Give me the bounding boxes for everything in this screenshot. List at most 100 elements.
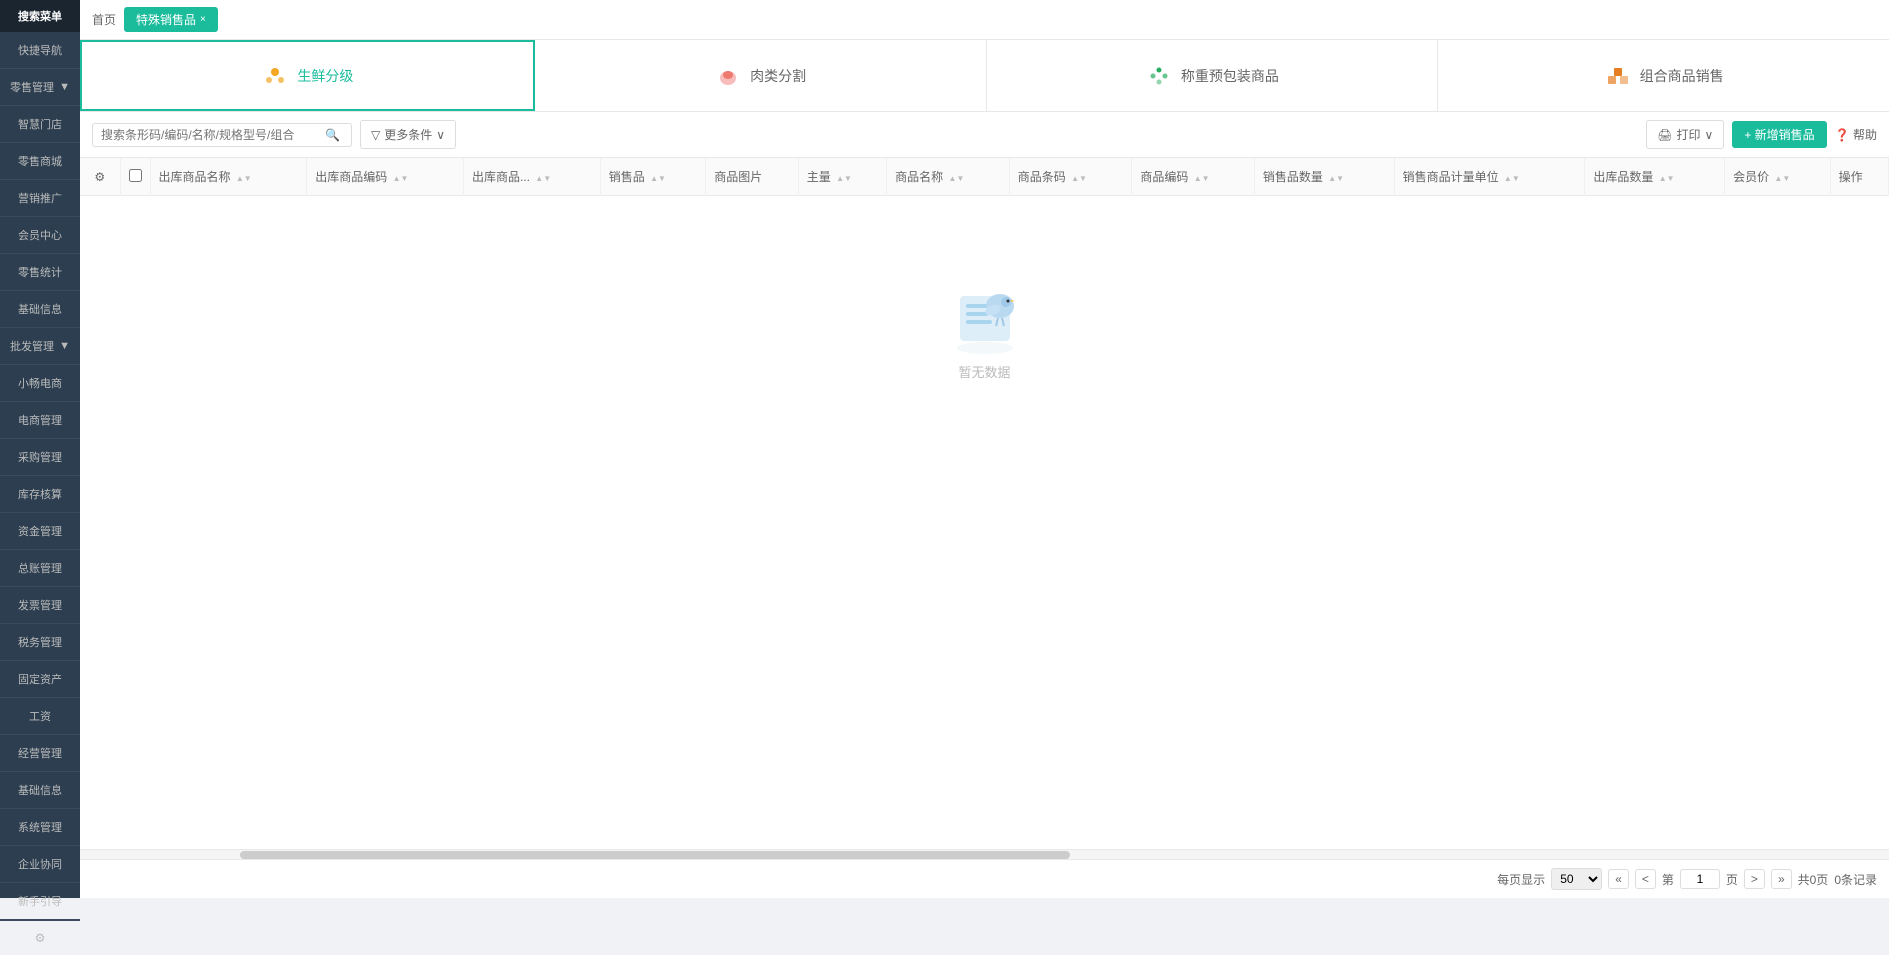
- sidebar-item-retail-mall[interactable]: 零售商城: [0, 143, 80, 180]
- sidebar-item-smart-store[interactable]: 智慧门店: [0, 106, 80, 143]
- fresh-grade-icon: [261, 62, 289, 90]
- sidebar-item-fixed-assets[interactable]: 固定资产: [0, 661, 80, 698]
- sidebar-item-system-mgmt[interactable]: 系统管理: [0, 809, 80, 846]
- sidebar-item-member-center[interactable]: 会员中心: [0, 217, 80, 254]
- column-settings[interactable]: ⚙: [80, 158, 120, 196]
- printer-icon: 🖨: [1657, 128, 1672, 142]
- total-pages: 共0页: [1798, 871, 1829, 888]
- help-button[interactable]: ❓ 帮助: [1835, 126, 1877, 143]
- sort-icon[interactable]: ▲▼: [1328, 174, 1344, 183]
- sort-icon[interactable]: ▲▼: [1194, 174, 1210, 183]
- sidebar-item-label: 会员中心: [18, 227, 62, 243]
- sidebar-item-ops-mgmt[interactable]: 经营管理: [0, 735, 80, 772]
- toolbar: 🔍 ▽ 更多条件 ∨ 🖨 打印 ∨ + 新增销售品 ❓ 帮助: [80, 112, 1889, 158]
- sidebar-item-basic-info2[interactable]: 基础信息: [0, 772, 80, 809]
- sort-icon[interactable]: ▲▼: [650, 174, 666, 183]
- print-button[interactable]: 🖨 打印 ∨: [1646, 120, 1724, 149]
- sort-icon[interactable]: ▲▼: [1071, 174, 1087, 183]
- sidebar-item-label: 库存核算: [18, 486, 62, 502]
- sidebar-item-capital-mgmt[interactable]: 资金管理: [0, 513, 80, 550]
- sidebar-item-label: 总账管理: [18, 560, 62, 576]
- sidebar-item-quick-nav[interactable]: 快捷导航: [0, 32, 80, 69]
- column-label: 商品条码: [1018, 170, 1066, 184]
- page-unit: 页: [1726, 871, 1738, 888]
- filter-button[interactable]: ▽ 更多条件 ∨: [360, 120, 456, 149]
- column-out-qty[interactable]: 出库品数量 ▲▼: [1585, 158, 1725, 196]
- sidebar-logo[interactable]: 搜索菜单: [0, 0, 80, 32]
- settings-icon[interactable]: ⚙: [0, 921, 80, 955]
- search-box[interactable]: 🔍: [92, 123, 352, 147]
- first-page-button[interactable]: «: [1608, 869, 1629, 889]
- per-page-select[interactable]: 50 10 20 100: [1551, 868, 1602, 890]
- sidebar-item-label: 小畅电商: [18, 375, 62, 391]
- sidebar-item-label: 智慧门店: [18, 116, 62, 132]
- horizontal-scrollbar[interactable]: [80, 849, 1889, 859]
- toolbar-right: 🖨 打印 ∨ + 新增销售品 ❓ 帮助: [1646, 120, 1877, 149]
- column-label: 商品图片: [714, 170, 762, 184]
- sidebar: 搜索菜单 快捷导航 零售管理 ▼ 智慧门店 零售商城 营销推广 会员中心 零售统…: [0, 0, 80, 898]
- column-sales-unit[interactable]: 销售商品计量单位 ▲▼: [1394, 158, 1585, 196]
- filter-label: 更多条件: [384, 126, 432, 143]
- home-link[interactable]: 首页: [92, 11, 116, 28]
- empty-text: 暂无数据: [958, 362, 1010, 381]
- column-product-image: 商品图片: [706, 158, 798, 196]
- sort-icon[interactable]: ▲▼: [393, 174, 409, 183]
- column-sales-qty[interactable]: 销售品数量 ▲▼: [1254, 158, 1394, 196]
- tab-combo-sales[interactable]: 组合商品销售: [1438, 40, 1889, 111]
- select-all-checkbox[interactable]: [129, 169, 142, 182]
- search-icon[interactable]: 🔍: [325, 128, 340, 142]
- sort-icon[interactable]: ▲▼: [535, 174, 551, 183]
- column-checkbox[interactable]: [120, 158, 150, 196]
- search-input[interactable]: [101, 128, 321, 142]
- tab-weigh-pack[interactable]: 称重预包装商品: [987, 40, 1439, 111]
- sidebar-item-wholesale-mgmt[interactable]: 批发管理 ▼: [0, 328, 80, 365]
- content-area: 生鲜分级 肉类分割 称重预包装商品: [80, 40, 1889, 898]
- chevron-down-icon: ▼: [59, 81, 70, 93]
- sidebar-item-company-agreement[interactable]: 企业协同: [0, 846, 80, 883]
- sidebar-item-beginner-guide[interactable]: 新手引导: [0, 883, 80, 920]
- sort-icon[interactable]: ▲▼: [236, 174, 252, 183]
- sidebar-item-marketing[interactable]: 营销推广: [0, 180, 80, 217]
- sort-icon[interactable]: ▲▼: [836, 174, 852, 183]
- column-label: 商品编码: [1140, 170, 1188, 184]
- sort-icon[interactable]: ▲▼: [1774, 174, 1790, 183]
- sidebar-item-mini-ecom[interactable]: 小畅电商: [0, 365, 80, 402]
- add-sales-product-button[interactable]: + 新增销售品: [1732, 121, 1826, 148]
- tab-meat-cut[interactable]: 肉类分割: [535, 40, 987, 111]
- empty-state: 暂无数据: [80, 196, 1889, 401]
- data-table: ⚙ 出库商品名称 ▲▼ 出库商品编码 ▲▼: [80, 158, 1889, 196]
- sidebar-item-retail-mgmt[interactable]: 零售管理 ▼: [0, 69, 80, 106]
- page-word: 第: [1662, 871, 1674, 888]
- sidebar-item-basic-info[interactable]: 基础信息: [0, 291, 80, 328]
- sidebar-item-invoice-mgmt[interactable]: 发票管理: [0, 587, 80, 624]
- sidebar-item-label: 企业协同: [18, 856, 62, 872]
- page-input[interactable]: [1680, 869, 1720, 889]
- column-product-code[interactable]: 商品编码 ▲▼: [1132, 158, 1255, 196]
- sort-icon[interactable]: ▲▼: [1504, 174, 1520, 183]
- tab-fresh-grade[interactable]: 生鲜分级: [80, 40, 535, 111]
- column-out-product-extra[interactable]: 出库商品... ▲▼: [463, 158, 600, 196]
- sidebar-item-salary[interactable]: 工资: [0, 698, 80, 735]
- active-tab[interactable]: 特殊销售品 ×: [124, 7, 218, 32]
- next-page-button[interactable]: >: [1744, 869, 1765, 889]
- sort-icon[interactable]: ▲▼: [1659, 174, 1675, 183]
- prev-page-button[interactable]: <: [1635, 869, 1656, 889]
- column-out-product-code[interactable]: 出库商品编码 ▲▼: [307, 158, 464, 196]
- column-out-product-name[interactable]: 出库商品名称 ▲▼: [150, 158, 307, 196]
- column-sales-product[interactable]: 销售品 ▲▼: [600, 158, 706, 196]
- column-main-weight[interactable]: 主量 ▲▼: [798, 158, 886, 196]
- column-product-barcode[interactable]: 商品条码 ▲▼: [1009, 158, 1132, 196]
- sidebar-item-general-ledger[interactable]: 总账管理: [0, 550, 80, 587]
- sidebar-item-retail-stats[interactable]: 零售统计: [0, 254, 80, 291]
- scrollbar-thumb[interactable]: [240, 851, 1070, 859]
- last-page-button[interactable]: »: [1771, 869, 1792, 889]
- column-product-name[interactable]: 商品名称 ▲▼: [887, 158, 1010, 196]
- sidebar-item-purchase-mgmt[interactable]: 采购管理: [0, 439, 80, 476]
- close-tab-button[interactable]: ×: [200, 14, 206, 25]
- sidebar-item-inventory[interactable]: 库存核算: [0, 476, 80, 513]
- column-member-price[interactable]: 会员价 ▲▼: [1725, 158, 1831, 196]
- topbar: 首页 特殊销售品 ×: [80, 0, 1889, 40]
- sidebar-item-ecom-mgmt[interactable]: 电商管理: [0, 402, 80, 439]
- sidebar-item-tax-mgmt[interactable]: 税务管理: [0, 624, 80, 661]
- sort-icon[interactable]: ▲▼: [949, 174, 965, 183]
